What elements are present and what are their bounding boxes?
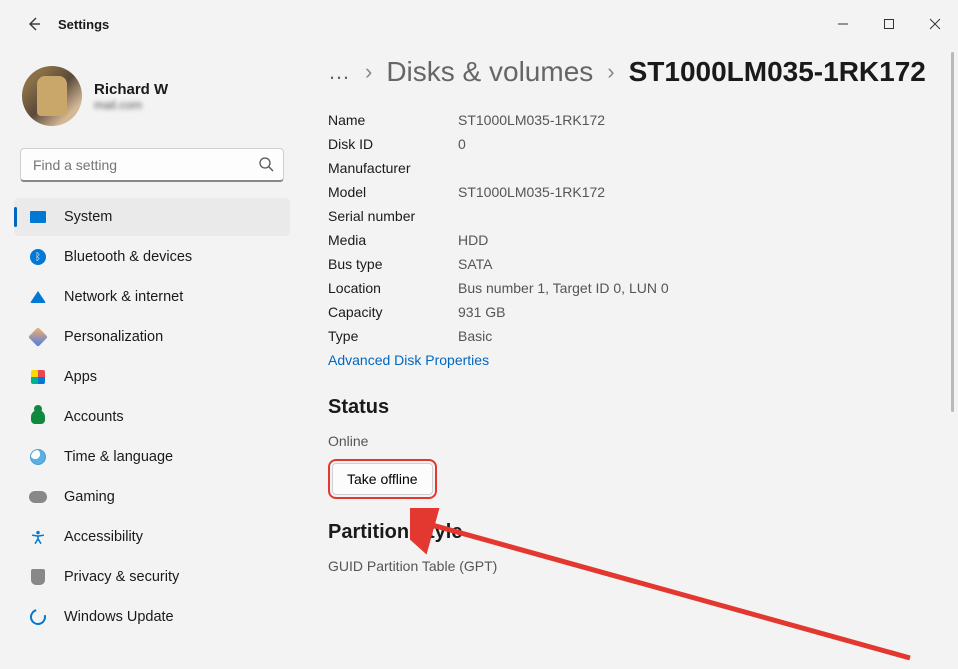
accessibility-icon (28, 527, 48, 547)
nav-label: Personalization (64, 329, 280, 345)
avatar (22, 66, 82, 126)
prop-label-media: Media (328, 232, 458, 248)
chevron-right-icon: › (607, 59, 614, 85)
nav-label: Time & language (64, 449, 280, 465)
search-box (20, 148, 284, 182)
maximize-icon (883, 18, 895, 30)
prop-value-model: ST1000LM035-1RK172 (458, 184, 605, 200)
breadcrumb-more[interactable]: … (328, 59, 351, 85)
content: … › Disks & volumes › ST1000LM035-1RK172… (300, 48, 958, 669)
prop-label-location: Location (328, 280, 458, 296)
nav-label: Apps (64, 369, 280, 385)
nav-label: Accounts (64, 409, 280, 425)
prop-value-type: Basic (458, 328, 492, 344)
titlebar: Settings (0, 0, 958, 48)
prop-value-capacity: 931 GB (458, 304, 505, 320)
nav-item-privacy[interactable]: Privacy & security (14, 558, 290, 596)
advanced-disk-properties-link[interactable]: Advanced Disk Properties (328, 352, 489, 368)
prop-value-media: HDD (458, 232, 488, 248)
user-profile[interactable]: Richard W mail.com (14, 58, 290, 142)
back-arrow-icon (26, 16, 42, 32)
search-input[interactable] (20, 148, 284, 182)
partition-style-heading: Partition Style (328, 521, 934, 544)
sidebar: Richard W mail.com System ᛒ Bluetooth & … (0, 48, 300, 669)
prop-value-bustype: SATA (458, 256, 493, 272)
nav-label: Network & internet (64, 289, 280, 305)
window-title: Settings (58, 17, 109, 32)
privacy-icon (28, 567, 48, 587)
close-icon (929, 18, 941, 30)
nav-list: System ᛒ Bluetooth & devices Network & i… (14, 198, 290, 636)
nav-label: Privacy & security (64, 569, 280, 585)
nav-item-personalization[interactable]: Personalization (14, 318, 290, 356)
nav-item-bluetooth[interactable]: ᛒ Bluetooth & devices (14, 238, 290, 276)
network-icon (28, 287, 48, 307)
minimize-icon (837, 18, 849, 30)
accounts-icon (28, 407, 48, 427)
time-language-icon (28, 447, 48, 467)
status-heading: Status (328, 396, 934, 419)
breadcrumb-current: ST1000LM035-1RK172 (629, 56, 926, 88)
nav-item-system[interactable]: System (14, 198, 290, 236)
prop-label-capacity: Capacity (328, 304, 458, 320)
personalization-icon (28, 327, 48, 347)
nav-item-gaming[interactable]: Gaming (14, 478, 290, 516)
prop-label-model: Model (328, 184, 458, 200)
annotation-highlight: Take offline (328, 459, 437, 499)
prop-label-manufacturer: Manufacturer (328, 160, 458, 176)
prop-label-type: Type (328, 328, 458, 344)
prop-label-diskid: Disk ID (328, 136, 458, 152)
nav-label: Bluetooth & devices (64, 249, 280, 265)
apps-icon (28, 367, 48, 387)
status-value: Online (328, 433, 934, 449)
nav-item-windows-update[interactable]: Windows Update (14, 598, 290, 636)
nav-item-time-language[interactable]: Time & language (14, 438, 290, 476)
close-button[interactable] (912, 8, 958, 40)
user-email: mail.com (94, 98, 168, 112)
prop-label-name: Name (328, 112, 458, 128)
window-controls (820, 8, 958, 40)
minimize-button[interactable] (820, 8, 866, 40)
property-table: NameST1000LM035-1RK172 Disk ID0 Manufact… (328, 108, 934, 370)
nav-label: Windows Update (64, 609, 280, 625)
nav-item-accounts[interactable]: Accounts (14, 398, 290, 436)
bluetooth-icon: ᛒ (28, 247, 48, 267)
nav-label: System (64, 209, 280, 225)
maximize-button[interactable] (866, 8, 912, 40)
user-name: Richard W (94, 81, 168, 98)
prop-value-location: Bus number 1, Target ID 0, LUN 0 (458, 280, 669, 296)
prop-value-diskid: 0 (458, 136, 466, 152)
breadcrumb-parent[interactable]: Disks & volumes (386, 56, 593, 88)
scrollbar[interactable] (951, 52, 954, 412)
back-button[interactable] (18, 8, 50, 40)
nav-item-apps[interactable]: Apps (14, 358, 290, 396)
prop-value-name: ST1000LM035-1RK172 (458, 112, 605, 128)
prop-label-serial: Serial number (328, 208, 458, 224)
partition-style-value: GUID Partition Table (GPT) (328, 558, 934, 574)
take-offline-button[interactable]: Take offline (332, 463, 433, 495)
system-icon (28, 207, 48, 227)
prop-label-bustype: Bus type (328, 256, 458, 272)
gaming-icon (28, 487, 48, 507)
update-icon (28, 607, 48, 627)
search-icon (258, 156, 274, 177)
nav-label: Gaming (64, 489, 280, 505)
nav-item-accessibility[interactable]: Accessibility (14, 518, 290, 556)
breadcrumb: … › Disks & volumes › ST1000LM035-1RK172 (328, 56, 934, 88)
nav-item-network[interactable]: Network & internet (14, 278, 290, 316)
chevron-right-icon: › (365, 59, 372, 85)
nav-label: Accessibility (64, 529, 280, 545)
